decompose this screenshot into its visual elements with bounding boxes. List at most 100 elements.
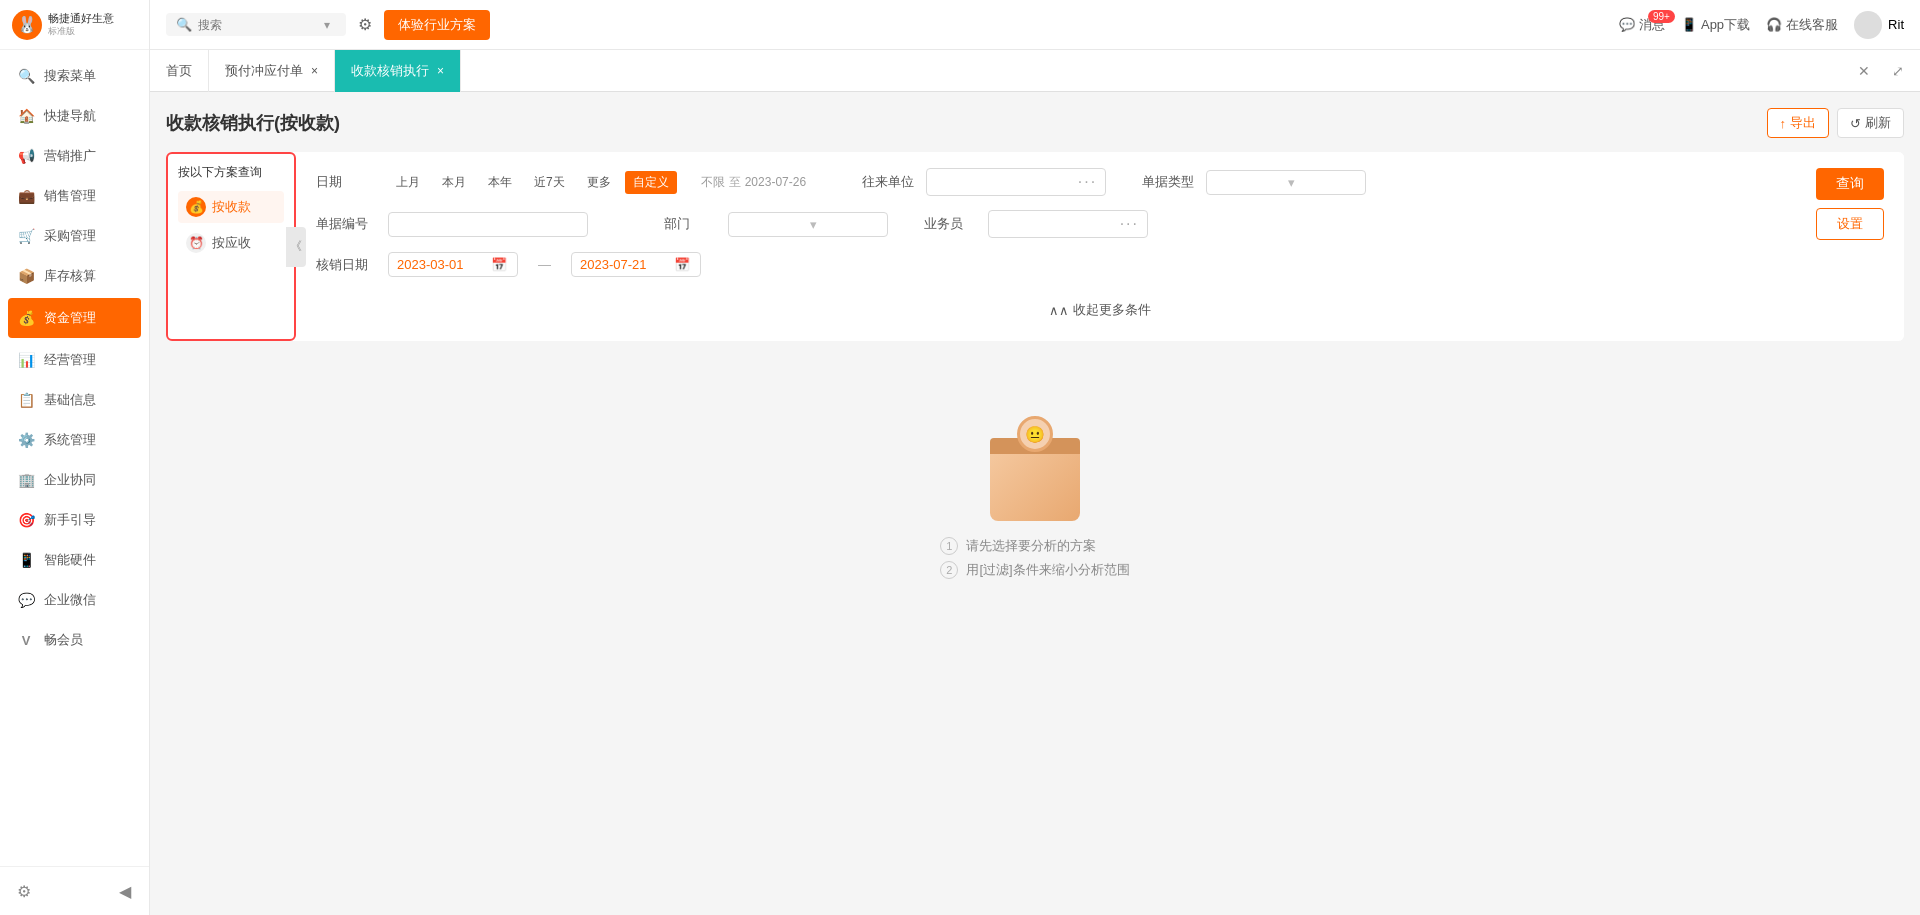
sidebar-item-marketing[interactable]: 📢 营销推广 (0, 136, 149, 176)
sidebar-item-member[interactable]: V 畅会员 (0, 620, 149, 660)
sidebar-item-quick-nav[interactable]: 🏠 快捷导航 (0, 96, 149, 136)
user-menu[interactable]: Rit (1854, 11, 1904, 39)
calendar-end-icon[interactable]: 📅 (674, 257, 690, 272)
bill-no-input-wrap[interactable] (388, 212, 588, 237)
date-btn-more[interactable]: 更多 (579, 171, 619, 194)
sidebar-item-collab[interactable]: 🏢 企业协同 (0, 460, 149, 500)
bill-no-input[interactable] (397, 217, 579, 232)
tab-receive[interactable]: 收款核销执行 × (335, 50, 461, 92)
gear-icon[interactable]: ⚙ (358, 15, 372, 34)
query-btn[interactable]: 查询 (1816, 168, 1884, 200)
sidebar-item-system[interactable]: ⚙️ 系统管理 (0, 420, 149, 460)
sidebar-item-label: 快捷导航 (44, 107, 96, 125)
staff-input[interactable] (997, 217, 1116, 232)
export-icon: ↑ (1780, 116, 1787, 131)
empty-step-1: 1 请先选择要分析的方案 (940, 537, 1129, 555)
empty-step-1-text: 请先选择要分析的方案 (966, 537, 1096, 555)
filter-row-1: 日期 上月 本月 本年 近7天 更多 自定义 不限 至 (316, 168, 1800, 196)
staff-dots[interactable]: ··· (1120, 215, 1139, 233)
collapse-more-btn[interactable]: ∧∧ 收起更多条件 (316, 295, 1884, 325)
online-service-btn[interactable]: 🎧 在线客服 (1766, 16, 1838, 34)
main-area: 🔍 ▾ ⚙ 体验行业方案 💬 消息 99+ 📱 App下载 🎧 在线客服 Rit (150, 0, 1920, 915)
counterparty-dots[interactable]: ··· (1078, 173, 1097, 191)
logo-icon: 🐰 (12, 10, 42, 40)
sidebar-item-wechat[interactable]: 💬 企业微信 (0, 580, 149, 620)
verify-date-label: 核销日期 (316, 256, 372, 274)
tab-actions: ✕ ⤢ (1850, 57, 1920, 85)
logo-name: 畅捷通好生意 (48, 11, 114, 25)
filter-option-receipt[interactable]: 💰 按收款 (178, 191, 284, 223)
sidebar-item-label: 智能硬件 (44, 551, 96, 569)
date-range-dash: — (534, 257, 555, 272)
dept-select[interactable]: ▾ (728, 212, 888, 237)
sidebar-item-finance[interactable]: 💰 资金管理 (8, 298, 141, 338)
operation-icon: 📊 (16, 350, 36, 370)
counterparty-input-wrap[interactable]: ··· (926, 168, 1106, 196)
tab-home-label: 首页 (166, 62, 192, 80)
settings-btn[interactable]: 设置 (1816, 208, 1884, 240)
date-btn-last-month[interactable]: 上月 (388, 171, 428, 194)
topbar-right: 💬 消息 99+ 📱 App下载 🎧 在线客服 Rit (1619, 11, 1904, 39)
empty-state: 😐 1 请先选择要分析的方案 2 用[过滤]条件来缩小分析范围 (166, 341, 1904, 645)
tab-receive-close[interactable]: × (437, 64, 444, 78)
verify-date-start-wrap[interactable]: 📅 (388, 252, 518, 277)
tab-prepay-close[interactable]: × (311, 64, 318, 78)
search-icon: 🔍 (176, 17, 192, 32)
verify-date-end-input[interactable] (580, 257, 670, 272)
sidebar-item-label: 营销推广 (44, 147, 96, 165)
sidebar-item-label: 搜索菜单 (44, 67, 96, 85)
tab-receive-label: 收款核销执行 (351, 62, 429, 80)
sidebar-item-sales[interactable]: 💼 销售管理 (0, 176, 149, 216)
collapse-up-icon: ∧∧ (1049, 303, 1069, 318)
calendar-start-icon[interactable]: 📅 (491, 257, 507, 272)
verify-date-end-wrap[interactable]: 📅 (571, 252, 701, 277)
guide-icon: 🎯 (16, 510, 36, 530)
settings-icon[interactable]: ⚙ (10, 877, 38, 905)
sidebar-item-label: 基础信息 (44, 391, 96, 409)
user-name: Rit (1888, 17, 1904, 32)
chevron-down-icon: ▾ (810, 217, 879, 232)
sidebar-item-operation[interactable]: 📊 经营管理 (0, 340, 149, 380)
bill-type-label: 单据类型 (1142, 173, 1198, 191)
collapse-icon[interactable]: ◀ (111, 877, 139, 905)
date-btn-this-month[interactable]: 本月 (434, 171, 474, 194)
sidebar-item-inventory[interactable]: 📦 库存核算 (0, 256, 149, 296)
tabbar: 首页 预付冲应付单 × 收款核销执行 × ✕ ⤢ (150, 50, 1920, 92)
sidebar-item-purchase[interactable]: 🛒 采购管理 (0, 216, 149, 256)
bill-type-select[interactable]: ▾ (1206, 170, 1366, 195)
sidebar-item-label: 企业协同 (44, 471, 96, 489)
filter-option-receivable[interactable]: ⏰ 按应收 (178, 227, 284, 259)
message-btn[interactable]: 💬 消息 99+ (1619, 16, 1665, 34)
dept-label: 部门 (664, 215, 720, 233)
sidebar-item-guide[interactable]: 🎯 新手引导 (0, 500, 149, 540)
app-download-btn[interactable]: 📱 App下载 (1681, 16, 1750, 34)
topbar-search[interactable]: 🔍 ▾ (166, 13, 346, 36)
sidebar-item-basic-info[interactable]: 📋 基础信息 (0, 380, 149, 420)
filter-row-2: 单据编号 部门 ▾ (316, 210, 1800, 238)
filter-collapse-btn[interactable]: 《 (286, 227, 306, 267)
verify-date-start-input[interactable] (397, 257, 487, 272)
sidebar-item-hardware[interactable]: 📱 智能硬件 (0, 540, 149, 580)
export-btn[interactable]: ↑ 导出 (1767, 108, 1830, 138)
sidebar-item-search[interactable]: 🔍 搜索菜单 (0, 56, 149, 96)
staff-input-wrap[interactable]: ··· (988, 210, 1148, 238)
search-input[interactable] (198, 18, 318, 32)
page-title: 收款核销执行(按收款) (166, 111, 340, 135)
refresh-btn[interactable]: ↺ 刷新 (1837, 108, 1904, 138)
counterparty-input[interactable] (935, 175, 1074, 190)
empty-text: 1 请先选择要分析的方案 2 用[过滤]条件来缩小分析范围 (940, 537, 1129, 585)
tab-close-btn[interactable]: ✕ (1850, 57, 1878, 85)
chevron-down-icon[interactable]: ▾ (324, 18, 330, 32)
search-icon: 🔍 (16, 66, 36, 86)
chevron-down-icon: ▾ (1288, 175, 1357, 190)
tab-expand-btn[interactable]: ⤢ (1884, 57, 1912, 85)
date-no-limit: 不限 (701, 174, 725, 191)
system-icon: ⚙️ (16, 430, 36, 450)
message-icon: 💬 (1619, 17, 1635, 32)
date-btn-custom[interactable]: 自定义 (625, 171, 677, 194)
industry-btn[interactable]: 体验行业方案 (384, 10, 490, 40)
date-btn-7days[interactable]: 近7天 (526, 171, 573, 194)
date-btn-this-year[interactable]: 本年 (480, 171, 520, 194)
tab-home[interactable]: 首页 (150, 50, 209, 92)
tab-prepay[interactable]: 预付冲应付单 × (209, 50, 335, 92)
